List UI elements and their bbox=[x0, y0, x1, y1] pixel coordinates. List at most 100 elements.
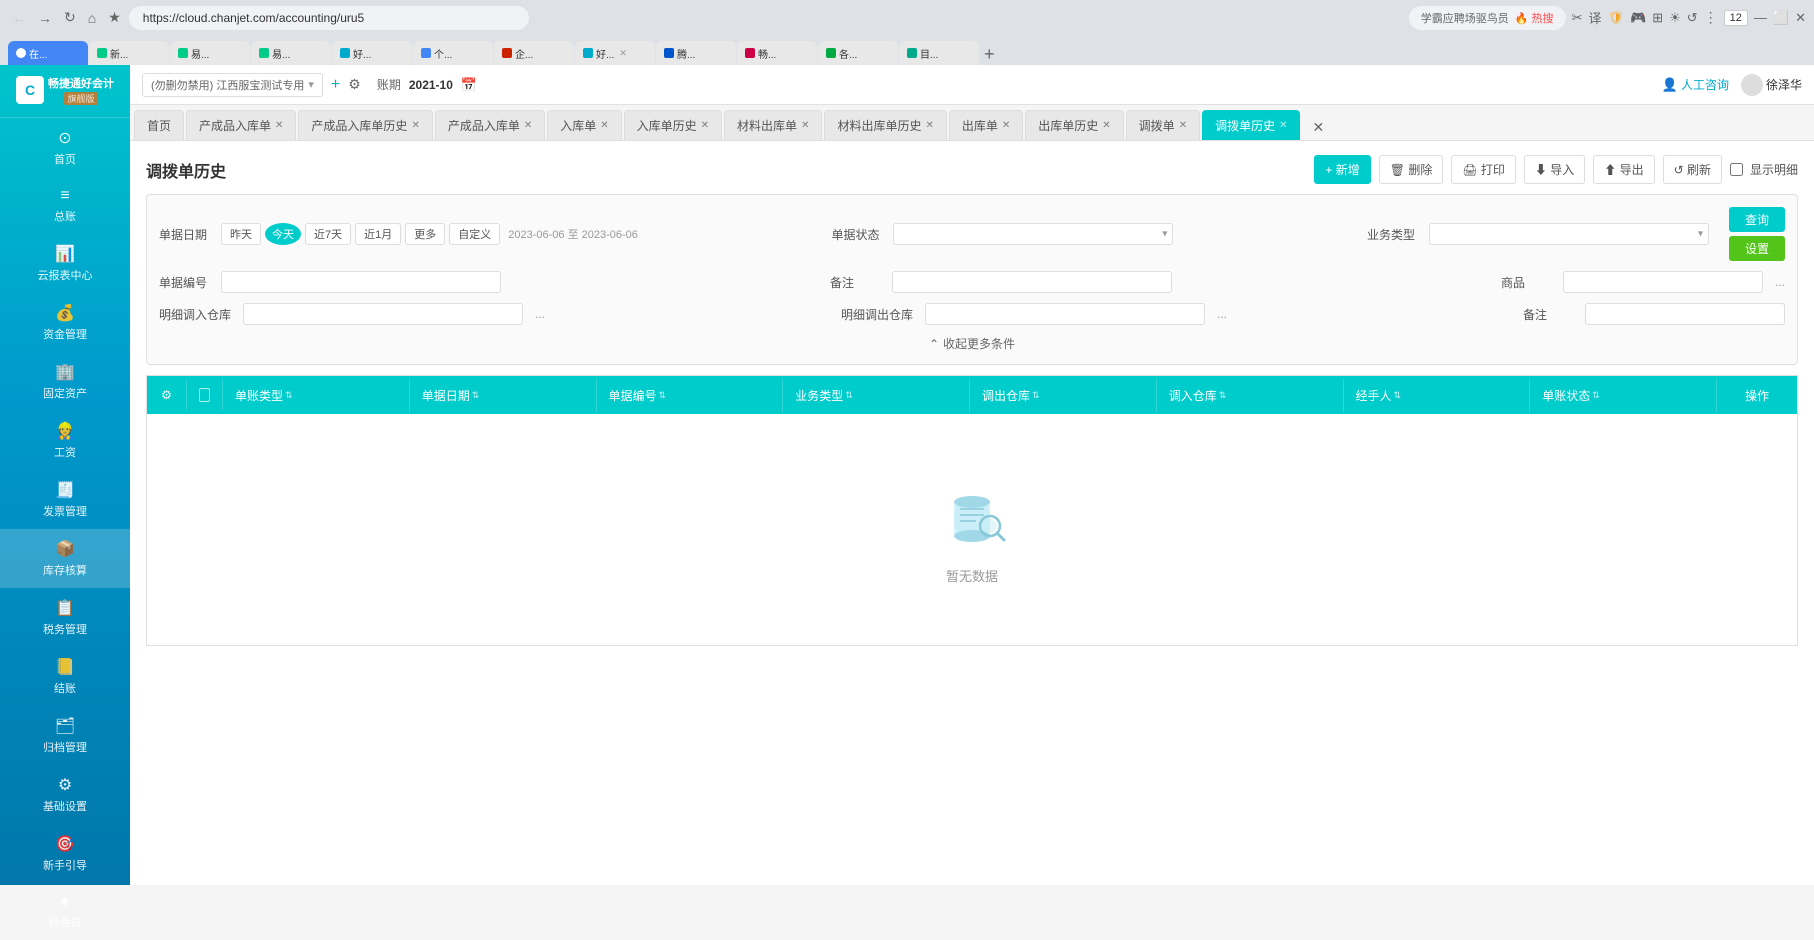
window-close[interactable]: ✕ bbox=[1795, 10, 1806, 26]
export-button[interactable]: ⬆ 导出 bbox=[1593, 155, 1654, 184]
page-tab-8-close[interactable]: ✕ bbox=[1002, 120, 1010, 131]
detail-out-input[interactable] bbox=[925, 303, 1205, 325]
settings-btn[interactable]: ⚙ bbox=[348, 76, 361, 93]
browser-tab-8[interactable]: 腾... bbox=[656, 41, 736, 65]
page-tab-4-close[interactable]: ✕ bbox=[600, 120, 608, 131]
page-tab-1[interactable]: 产成品入库单 ✕ bbox=[186, 110, 296, 140]
window-minimize[interactable]: — bbox=[1754, 10, 1767, 25]
page-tab-6-close[interactable]: ✕ bbox=[801, 120, 809, 131]
print-button[interactable]: 🖨 打印 bbox=[1451, 155, 1516, 184]
page-tab-7-close[interactable]: ✕ bbox=[925, 120, 933, 131]
sidebar-item-archive[interactable]: 🗂 归档管理 bbox=[0, 706, 130, 765]
page-tab-4[interactable]: 入库单 ✕ bbox=[547, 110, 621, 140]
page-tab-11[interactable]: 调拨单历史 ✕ bbox=[1202, 110, 1300, 140]
back-button[interactable]: ← bbox=[8, 6, 30, 30]
more-icon[interactable]: ⋮ bbox=[1704, 9, 1718, 26]
new-button[interactable]: + 新增 bbox=[1314, 155, 1370, 184]
browser-tab-5[interactable]: 个... bbox=[413, 41, 493, 65]
browser-tab-4[interactable]: 好... bbox=[332, 41, 412, 65]
company-select[interactable]: (勿删勿禁用) 江西服宝测试专用 ▾ bbox=[142, 73, 323, 97]
detail-remark-input[interactable] bbox=[1585, 303, 1785, 325]
window-maximize[interactable]: ⬜ bbox=[1773, 10, 1789, 26]
browser-tab-3[interactable]: 易... bbox=[251, 41, 331, 65]
browser-tab-6[interactable]: 企... bbox=[494, 41, 574, 65]
sidebar-item-inventory[interactable]: 📦 库存核算 bbox=[0, 529, 130, 588]
th-in-warehouse[interactable]: 调入仓库 ⇅ bbox=[1157, 379, 1344, 412]
remark-input[interactable] bbox=[892, 271, 1172, 293]
add-company-button[interactable]: + bbox=[331, 76, 340, 94]
date-btn-7days[interactable]: 近7天 bbox=[305, 223, 351, 245]
th-doc-date[interactable]: 单据日期 ⇅ bbox=[410, 379, 597, 412]
page-tab-6[interactable]: 材料出库单 ✕ bbox=[724, 110, 822, 140]
setting-button[interactable]: 设置 bbox=[1729, 236, 1785, 261]
page-tab-2-close[interactable]: ✕ bbox=[411, 120, 419, 131]
select-all-checkbox[interactable] bbox=[199, 388, 210, 402]
delete-button[interactable]: 🗑 删除 bbox=[1379, 155, 1444, 184]
home-button[interactable]: ⌂ bbox=[84, 6, 100, 30]
sidebar-item-home[interactable]: ⊙ 首页 bbox=[0, 118, 130, 177]
docno-input[interactable] bbox=[221, 271, 501, 293]
page-tab-home[interactable]: 首页 bbox=[134, 110, 184, 140]
page-tab-9[interactable]: 出库单历史 ✕ bbox=[1025, 110, 1123, 140]
th-doc-no[interactable]: 单据编号 ⇅ bbox=[597, 379, 784, 412]
tab-count-badge[interactable]: 12 bbox=[1724, 10, 1748, 26]
th-out-warehouse[interactable]: 调出仓库 ⇅ bbox=[970, 379, 1157, 412]
date-btn-1month[interactable]: 近1月 bbox=[355, 223, 401, 245]
page-tab-3[interactable]: 产成品入库单 ✕ bbox=[435, 110, 545, 140]
th-settings[interactable]: ⚙ bbox=[147, 380, 187, 410]
forward-button[interactable]: → bbox=[34, 6, 56, 30]
sidebar-item-funds[interactable]: 💰 资金管理 bbox=[0, 293, 130, 352]
th-biz-type[interactable]: 业务类型 ⇅ bbox=[783, 379, 970, 412]
collapse-button[interactable]: ⌃ 收起更多条件 bbox=[159, 335, 1785, 352]
page-tab-10-close[interactable]: ✕ bbox=[1179, 120, 1187, 131]
sidebar-item-invoice[interactable]: 🧾 发票管理 bbox=[0, 470, 130, 529]
goods-more-btn[interactable]: ... bbox=[1775, 275, 1785, 289]
sidebar-item-salary[interactable]: 👷 工资 bbox=[0, 411, 130, 470]
page-tab-11-close[interactable]: ✕ bbox=[1279, 120, 1287, 131]
date-btn-more[interactable]: 更多 bbox=[405, 223, 445, 245]
date-btn-yesterday[interactable]: 昨天 bbox=[221, 223, 261, 245]
page-tab-9-close[interactable]: ✕ bbox=[1102, 120, 1110, 131]
th-doc-status[interactable]: 单账状态 ⇅ bbox=[1530, 379, 1717, 412]
page-tab-8[interactable]: 出库单 ✕ bbox=[949, 110, 1023, 140]
status-select[interactable] bbox=[893, 223, 1173, 245]
sidebar-item-member[interactable]: ♦ 畅会员 bbox=[0, 883, 130, 940]
goods-input[interactable] bbox=[1563, 271, 1763, 293]
page-tab-2[interactable]: 产成品入库单历史 ✕ bbox=[298, 110, 432, 140]
refresh-button[interactable]: ↺ 刷新 bbox=[1663, 155, 1722, 184]
page-tab-1-close[interactable]: ✕ bbox=[275, 120, 283, 131]
browser-tab-10[interactable]: 各... bbox=[818, 41, 898, 65]
sidebar-item-close[interactable]: 📒 结账 bbox=[0, 647, 130, 706]
date-btn-custom[interactable]: 自定义 bbox=[449, 223, 500, 245]
reload-button[interactable]: ↻ bbox=[60, 5, 80, 30]
address-input[interactable] bbox=[129, 6, 529, 30]
browser-tab-0[interactable]: 在... bbox=[8, 41, 88, 65]
browser-tab-2[interactable]: 易... bbox=[170, 41, 250, 65]
detail-in-more-btn[interactable]: ... bbox=[535, 307, 545, 321]
browser-tab-9[interactable]: 畅... bbox=[737, 41, 817, 65]
sidebar-item-tax[interactable]: 📋 税务管理 bbox=[0, 588, 130, 647]
sidebar-item-assets[interactable]: 🏢 固定资产 bbox=[0, 352, 130, 411]
page-tab-3-close[interactable]: ✕ bbox=[524, 120, 532, 131]
page-tab-10[interactable]: 调拨单 ✕ bbox=[1126, 110, 1200, 140]
page-tab-5[interactable]: 入库单历史 ✕ bbox=[624, 110, 722, 140]
biztype-select[interactable] bbox=[1429, 223, 1709, 245]
new-tab-button[interactable]: + bbox=[980, 44, 999, 65]
sidebar-item-reports[interactable]: 📊 云报表中心 bbox=[0, 234, 130, 293]
page-tab-5-close[interactable]: ✕ bbox=[701, 120, 709, 131]
display-toggle[interactable]: 显示明细 bbox=[1730, 161, 1798, 178]
sidebar-item-ledger[interactable]: ≡ 总账 bbox=[0, 177, 130, 234]
browser-tab-1[interactable]: 新... bbox=[89, 41, 169, 65]
browser-tab-11[interactable]: 目... bbox=[899, 41, 979, 65]
display-checkbox[interactable] bbox=[1730, 163, 1743, 176]
detail-in-input[interactable] bbox=[243, 303, 523, 325]
th-doc-type[interactable]: 单账类型 ⇅ bbox=[223, 379, 410, 412]
service-button[interactable]: 👤 人工咨询 bbox=[1662, 76, 1729, 93]
browser-tab-7[interactable]: 好... ✕ bbox=[575, 41, 655, 65]
th-handler[interactable]: 经手人 ⇅ bbox=[1344, 379, 1531, 412]
th-checkbox[interactable] bbox=[187, 380, 223, 410]
sidebar-item-settings[interactable]: ⚙ 基础设置 bbox=[0, 765, 130, 824]
sidebar-item-guide[interactable]: 🎯 新手引导 bbox=[0, 824, 130, 883]
page-tab-7[interactable]: 材料出库单历史 ✕ bbox=[824, 110, 946, 140]
calendar-icon[interactable]: 📅 bbox=[461, 77, 477, 93]
